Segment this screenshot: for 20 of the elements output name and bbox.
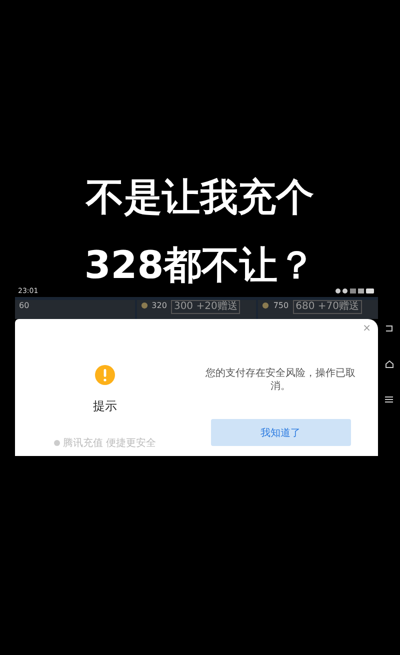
package-card[interactable]: 750 680 +70赠送 [258, 300, 378, 319]
package-card[interactable]: 60 [15, 300, 135, 319]
dialog-message: 您的支付存在安全风险，操作已取消。 [205, 367, 356, 393]
back-icon[interactable] [385, 325, 393, 332]
caption-line: 328都不让？ [84, 245, 316, 285]
caption-line: 不是让我充个 [86, 174, 314, 221]
package-amount: 750 [273, 300, 289, 312]
footer-note: 腾讯充值 便捷更安全 [62, 436, 156, 450]
bonus-tag: 680 +70赠送 [292, 300, 362, 314]
package-card[interactable]: 320 300 +20赠送 [136, 300, 256, 319]
bonus-tag: 300 +20赠送 [170, 300, 240, 314]
coin-icon [140, 302, 148, 309]
coin-icon [262, 302, 270, 309]
home-icon[interactable] [384, 360, 394, 368]
package-amount: 320 [152, 300, 167, 312]
warning-icon [94, 364, 116, 386]
package-amount: 60 [19, 300, 30, 312]
menu-icon[interactable] [385, 396, 393, 403]
dialog-title: 提示 [93, 398, 117, 415]
status-icons-drawing [335, 288, 375, 294]
